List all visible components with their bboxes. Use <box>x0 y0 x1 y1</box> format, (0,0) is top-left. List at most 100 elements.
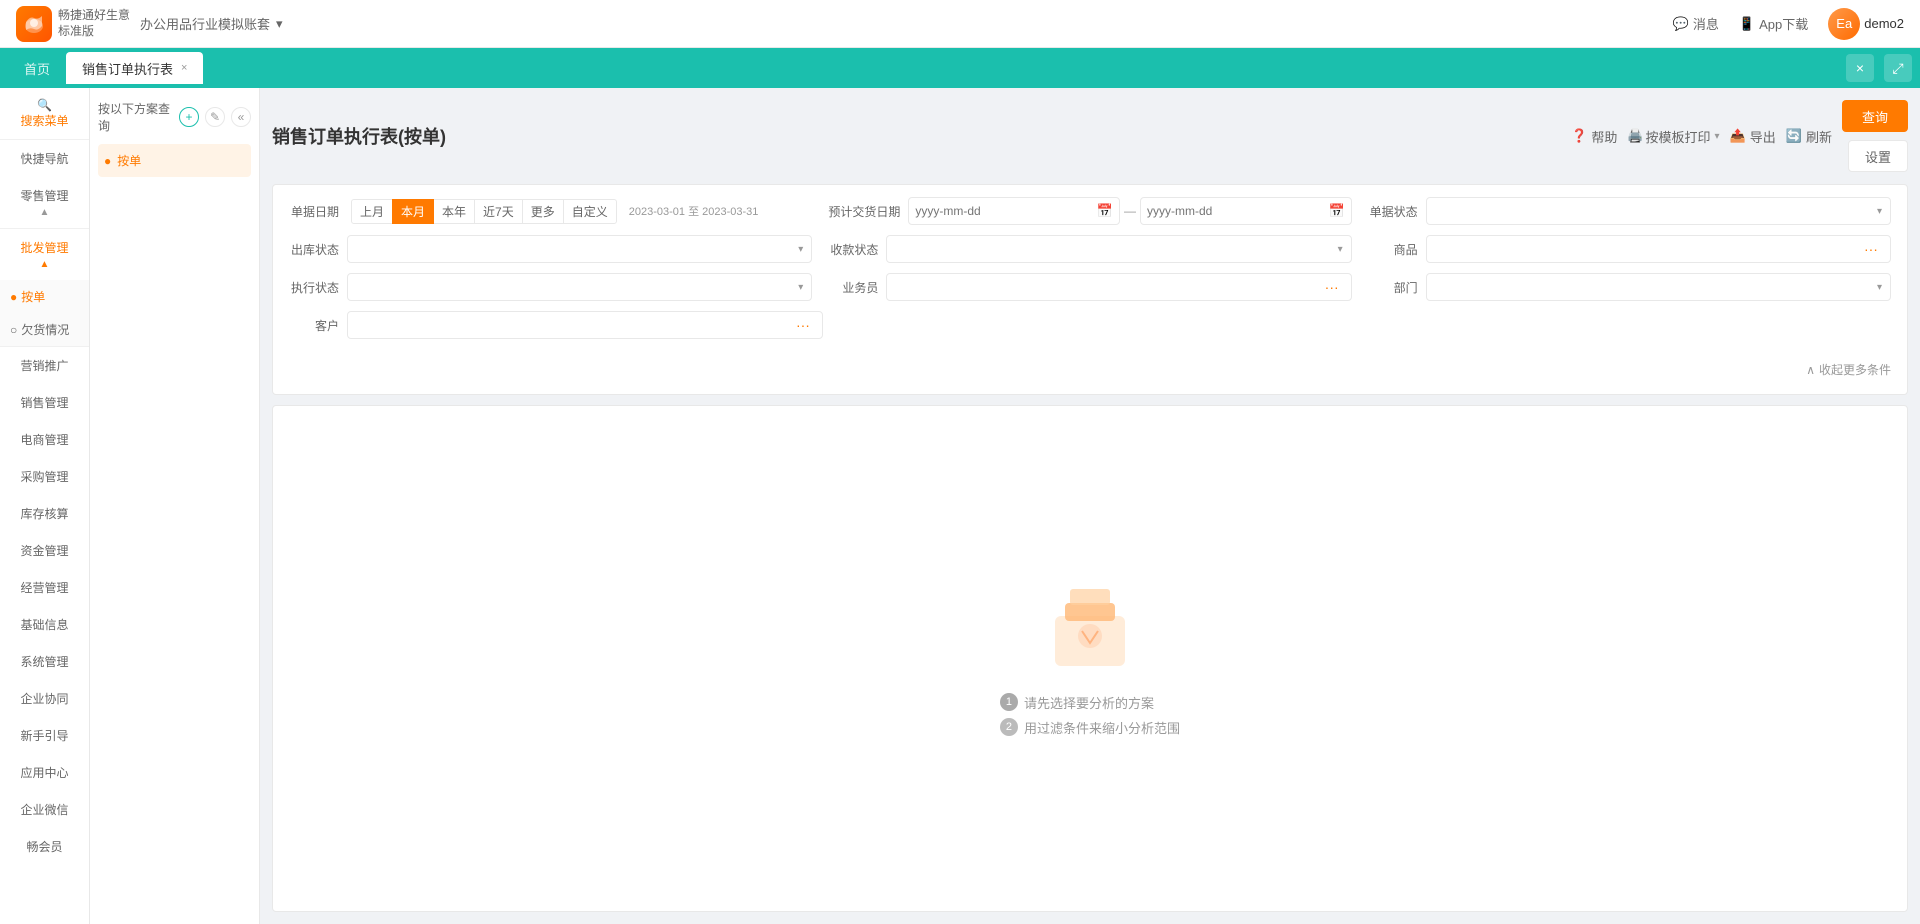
date-tab-more[interactable]: 更多 <box>522 199 564 224</box>
print-dropdown-icon: ▾ <box>1715 131 1720 142</box>
date-tab-prev-month[interactable]: 上月 <box>351 199 393 224</box>
tab-home[interactable]: 首页 <box>8 52 66 84</box>
tab-home-label: 首页 <box>24 59 50 78</box>
payment-select[interactable]: ▾ <box>886 235 1351 263</box>
salesperson-dots-btn[interactable]: ··· <box>1321 279 1343 295</box>
calendar-end-icon[interactable]: 📅 <box>1328 203 1344 219</box>
salesperson-field: 业务员 ··· <box>828 273 1351 301</box>
sidebar-item-apps[interactable]: 应用中心 <box>0 754 89 791</box>
main-layout: 🔍 搜索菜单 快捷导航 零售管理 ▲ 批发管理 ▲ ● 按单 ○ 欠货情况 <box>0 88 1920 924</box>
message-label: 消息 <box>1693 14 1719 33</box>
sidebar-group-wholesale: 批发管理 ▲ ● 按单 ○ 欠货情况 <box>0 229 89 347</box>
sidebar-sub-item-debt[interactable]: ○ 欠货情况 <box>0 313 89 346</box>
payment-label: 收款状态 <box>828 241 878 258</box>
help-btn[interactable]: ❓ 帮助 <box>1571 127 1617 146</box>
forecast-date-field: 预计交货日期 📅 — 📅 <box>828 197 1351 225</box>
avatar: Ea <box>1828 8 1860 40</box>
dept-select[interactable]: ▾ <box>1426 273 1891 301</box>
hint-num-1: 1 <box>1000 693 1018 711</box>
sidebar-item-finance[interactable]: 资金管理 <box>0 532 89 569</box>
print-icon: 🖨️ <box>1627 128 1643 144</box>
debt-icon: ○ <box>10 323 17 337</box>
empty-hint-1: 1 请先选择要分析的方案 <box>1000 693 1180 712</box>
sidebar-item-inventory[interactable]: 库存核算 <box>0 495 89 532</box>
user-area[interactable]: Ea demo2 <box>1828 8 1904 40</box>
collapse-label: 收起更多条件 <box>1819 361 1891 378</box>
empty-hint-2: 2 用过滤条件来缩小分析范围 <box>1000 718 1180 737</box>
user-name: demo2 <box>1864 16 1904 31</box>
customer-dots-btn[interactable]: ··· <box>792 317 814 333</box>
tab-current-label: 销售订单执行表 <box>82 59 173 78</box>
sidebar-search[interactable]: 🔍 搜索菜单 <box>0 88 89 140</box>
sidebar-sub-item-order[interactable]: ● 按单 <box>0 280 89 313</box>
form-row-1: 单据日期 上月 本月 本年 近7天 更多 自定义 2023-03-01 至 20… <box>289 197 1891 225</box>
search-icon: 🔍 <box>8 98 81 112</box>
sidebar-item-operations[interactable]: 经营管理 <box>0 569 89 606</box>
tab-close-btn[interactable]: × <box>181 62 187 74</box>
dept-dropdown-icon: ▾ <box>1877 282 1882 293</box>
sidebar-item-quick-nav[interactable]: 快捷导航 <box>0 140 89 177</box>
app-download-icon: 📱 <box>1739 16 1755 32</box>
sidebar-item-retail[interactable]: 零售管理 ▲ <box>0 177 89 228</box>
print-label: 按模板打印 <box>1646 127 1711 146</box>
salesperson-label: 业务员 <box>828 279 878 296</box>
sidebar-item-sales[interactable]: 销售管理 <box>0 384 89 421</box>
logo-icon <box>16 6 52 42</box>
refresh-label: 刷新 <box>1806 127 1832 146</box>
app-download-btn[interactable]: 📱 App下载 <box>1739 14 1808 33</box>
outbound-select[interactable]: ▾ <box>347 235 812 263</box>
sidebar-item-member[interactable]: 畅会员 <box>0 828 89 865</box>
empty-hint-text-2: 用过滤条件来缩小分析范围 <box>1024 718 1180 737</box>
date-tab-current-month[interactable]: 本月 <box>392 199 434 224</box>
sidebar-item-basic[interactable]: 基础信息 <box>0 606 89 643</box>
app-download-label: App下载 <box>1759 14 1808 33</box>
date-label: 单据日期 <box>289 203 339 220</box>
date-tab-year[interactable]: 本年 <box>433 199 475 224</box>
form-row-2: 出库状态 ▾ 收款状态 ▾ <box>289 235 1891 263</box>
date-tab-7days[interactable]: 近7天 <box>474 199 523 224</box>
sidebar-item-wholesale[interactable]: 批发管理 ▲ <box>0 229 89 280</box>
collapse-btn[interactable]: ∧ 收起更多条件 <box>1806 353 1891 382</box>
status-label: 单据状态 <box>1368 203 1418 220</box>
date-separator: — <box>1124 204 1136 218</box>
sidebar-item-ecommerce[interactable]: 电商管理 <box>0 421 89 458</box>
sidebar-item-newbie[interactable]: 新手引导 <box>0 717 89 754</box>
date-tab-custom[interactable]: 自定义 <box>563 199 617 224</box>
exec-select[interactable]: ▾ <box>347 273 812 301</box>
forecast-date-start[interactable] <box>915 204 1092 218</box>
print-btn[interactable]: 🖨️ 按模板打印 ▾ <box>1627 127 1719 146</box>
export-btn[interactable]: 📤 导出 <box>1730 127 1776 146</box>
filter-collapse-btn[interactable]: « <box>231 107 251 127</box>
settings-btn[interactable]: 设置 <box>1848 140 1908 172</box>
sidebar-item-wechat[interactable]: 企业微信 <box>0 791 89 828</box>
product-field: 商品 ··· <box>1368 235 1891 263</box>
search-form: 单据日期 上月 本月 本年 近7天 更多 自定义 2023-03-01 至 20… <box>272 184 1908 395</box>
filter-add-btn[interactable]: + <box>179 107 199 127</box>
tab-expand-btn[interactable]: ⤢ <box>1884 54 1912 82</box>
sidebar-item-purchase[interactable]: 采购管理 <box>0 458 89 495</box>
calendar-start-icon[interactable]: 📅 <box>1097 203 1113 219</box>
help-icon: ❓ <box>1571 128 1587 144</box>
refresh-btn[interactable]: 🔄 刷新 <box>1786 127 1832 146</box>
form-row-4: 客户 ··· <box>289 311 823 339</box>
tab-close-all-btn[interactable]: × <box>1846 54 1874 82</box>
filter-edit-btn[interactable]: ✎ <box>205 107 225 127</box>
sidebar-item-system[interactable]: 系统管理 <box>0 643 89 680</box>
filter-panel-actions: + ✎ « <box>179 107 251 127</box>
breadcrumb-dropdown-btn[interactable]: ▾ <box>276 16 283 32</box>
export-label: 导出 <box>1750 127 1776 146</box>
sidebar-search-label: 搜索菜单 <box>8 112 81 129</box>
sidebar-item-enterprise[interactable]: 企业协同 <box>0 680 89 717</box>
export-icon: 📤 <box>1730 128 1746 144</box>
filter-panel-title: 按以下方案查询 <box>98 100 179 134</box>
logo-area: 畅捷通好生意 标准版 <box>16 6 130 42</box>
message-btn[interactable]: 💬 消息 <box>1673 14 1719 33</box>
forecast-date-end[interactable] <box>1147 204 1324 218</box>
sidebar-item-marketing[interactable]: 营销推广 <box>0 347 89 384</box>
tab-sales-order[interactable]: 销售订单执行表 × <box>66 52 203 84</box>
product-dots-btn[interactable]: ··· <box>1860 241 1882 257</box>
filter-item-order[interactable]: ● 按单 <box>98 144 251 177</box>
query-btn[interactable]: 查询 <box>1842 100 1908 132</box>
status-select[interactable]: ▾ <box>1426 197 1891 225</box>
page-header: 销售订单执行表(按单) ❓ 帮助 🖨️ 按模板打印 ▾ 📤 <box>272 100 1908 172</box>
